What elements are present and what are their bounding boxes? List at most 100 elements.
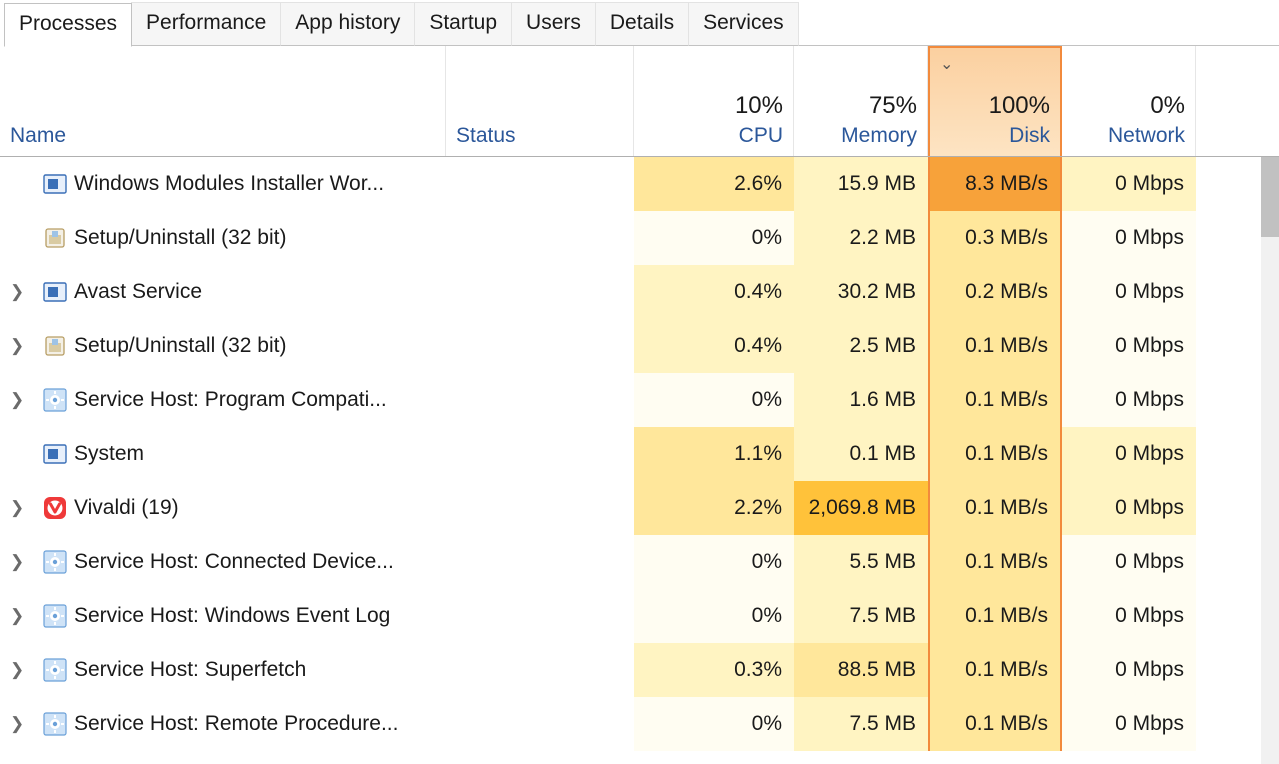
- process-disk: 0.1 MB/s: [928, 427, 1062, 481]
- tab-services[interactable]: Services: [688, 2, 799, 46]
- process-row[interactable]: ❯Avast Service0.4%30.2 MB0.2 MB/s0 Mbps: [0, 265, 1279, 319]
- gear-icon: [42, 387, 68, 413]
- process-row[interactable]: ❯Service Host: Remote Procedure...0%7.5 …: [0, 697, 1279, 751]
- process-row[interactable]: ❯Service Host: Connected Device...0%5.5 …: [0, 535, 1279, 589]
- process-memory: 2.5 MB: [794, 319, 928, 373]
- scrollbar-thumb[interactable]: [1261, 157, 1279, 237]
- process-memory: 30.2 MB: [794, 265, 928, 319]
- process-memory: 5.5 MB: [794, 535, 928, 589]
- tabs-underline: [799, 0, 1279, 46]
- installer-icon: [42, 225, 68, 251]
- gear-icon: [42, 549, 68, 575]
- process-status: [446, 157, 634, 211]
- process-network: 0 Mbps: [1062, 157, 1196, 211]
- process-row[interactable]: ❯Service Host: Superfetch0.3%88.5 MB0.1 …: [0, 643, 1279, 697]
- process-memory: 7.5 MB: [794, 697, 928, 751]
- tab-performance[interactable]: Performance: [131, 2, 281, 46]
- process-row[interactable]: ❯Vivaldi (19)2.2%2,069.8 MB0.1 MB/s0 Mbp…: [0, 481, 1279, 535]
- chevron-right-icon[interactable]: ❯: [10, 606, 36, 626]
- task-manager-window: ProcessesPerformanceApp historyStartupUs…: [0, 0, 1279, 764]
- process-name: Service Host: Program Compati...: [74, 388, 387, 412]
- row-spacer: [1196, 697, 1214, 751]
- process-network: 0 Mbps: [1062, 697, 1196, 751]
- process-status: [446, 643, 634, 697]
- process-row[interactable]: ❯ Service Host: Program Compati... 0%1.6 M…: [0, 373, 1279, 427]
- process-memory: 7.5 MB: [794, 589, 928, 643]
- process-row[interactable]: ❯ Setup/Uninstall (32 bit) 0.4%2.5 MB0.1 M…: [0, 319, 1279, 373]
- row-spacer: [1196, 211, 1214, 265]
- process-row[interactable]: System1.1%0.1 MB0.1 MB/s0 Mbps: [0, 427, 1279, 481]
- chevron-right-icon[interactable]: ❯: [10, 714, 36, 734]
- process-disk: 0.2 MB/s: [928, 265, 1062, 319]
- process-network: 0 Mbps: [1062, 211, 1196, 265]
- sort-indicator-icon: ⌄: [940, 54, 953, 74]
- row-spacer: [1196, 319, 1214, 373]
- process-name: Setup/Uninstall (32 bit): [74, 226, 286, 250]
- row-spacer: [1196, 535, 1214, 589]
- process-memory: 1.6 MB: [794, 373, 928, 427]
- process-cpu: 0%: [634, 211, 794, 265]
- process-disk: 0.3 MB/s: [928, 211, 1062, 265]
- tab-startup[interactable]: Startup: [414, 2, 512, 46]
- process-network: 0 Mbps: [1062, 589, 1196, 643]
- process-name: Service Host: Windows Event Log: [74, 604, 390, 628]
- col-network[interactable]: 0% Network: [1062, 46, 1196, 156]
- process-network: 0 Mbps: [1062, 427, 1196, 481]
- gear-icon: [42, 657, 68, 683]
- tab-processes[interactable]: Processes: [4, 3, 132, 47]
- chevron-right-icon[interactable]: ❯: [10, 336, 36, 356]
- chevron-right-icon[interactable]: ❯: [10, 498, 36, 518]
- process-status: [446, 697, 634, 751]
- chevron-right-icon[interactable]: ❯: [10, 660, 36, 680]
- vivaldi-icon: [42, 495, 68, 521]
- process-disk: 8.3 MB/s: [928, 157, 1062, 211]
- process-name: Avast Service: [74, 280, 202, 304]
- process-disk: 0.1 MB/s: [928, 319, 1062, 373]
- process-memory: 88.5 MB: [794, 643, 928, 697]
- process-name: Windows Modules Installer Wor...: [74, 172, 384, 196]
- process-network: 0 Mbps: [1062, 373, 1196, 427]
- tab-users[interactable]: Users: [511, 2, 596, 46]
- chevron-right-icon[interactable]: ❯: [10, 390, 36, 410]
- processes-panel: Name Status 10% CPU 75% Memory ⌄ 100% Di…: [0, 46, 1279, 764]
- process-cpu: 0%: [634, 373, 794, 427]
- process-cpu: 0%: [634, 535, 794, 589]
- process-name: System: [74, 442, 144, 466]
- process-disk: 0.1 MB/s: [928, 373, 1062, 427]
- process-row[interactable]: ❯Service Host: Windows Event Log0%7.5 MB…: [0, 589, 1279, 643]
- col-status[interactable]: Status: [446, 46, 634, 156]
- process-status: [446, 373, 634, 427]
- tab-app-history[interactable]: App history: [280, 2, 415, 46]
- col-disk[interactable]: ⌄ 100% Disk: [928, 46, 1062, 156]
- col-cpu[interactable]: 10% CPU: [634, 46, 794, 156]
- process-status: [446, 265, 634, 319]
- process-cpu: 0.4%: [634, 265, 794, 319]
- chevron-right-icon[interactable]: ❯: [10, 282, 36, 302]
- process-disk: 0.1 MB/s: [928, 535, 1062, 589]
- process-memory: 15.9 MB: [794, 157, 928, 211]
- process-disk: 0.1 MB/s: [928, 643, 1062, 697]
- process-network: 0 Mbps: [1062, 481, 1196, 535]
- tab-details[interactable]: Details: [595, 2, 689, 46]
- header-spacer: [1196, 46, 1216, 156]
- process-disk: 0.1 MB/s: [928, 589, 1062, 643]
- chevron-right-icon[interactable]: ❯: [10, 552, 36, 572]
- row-spacer: [1196, 265, 1214, 319]
- process-list: Windows Modules Installer Wor...2.6%15.9…: [0, 157, 1279, 764]
- process-status: [446, 535, 634, 589]
- process-network: 0 Mbps: [1062, 319, 1196, 373]
- process-name: Vivaldi (19): [74, 496, 179, 520]
- process-status: [446, 589, 634, 643]
- process-network: 0 Mbps: [1062, 643, 1196, 697]
- process-name: Setup/Uninstall (32 bit): [74, 334, 286, 358]
- process-status: [446, 211, 634, 265]
- scrollbar-track[interactable]: [1261, 157, 1279, 764]
- col-name[interactable]: Name: [0, 46, 446, 156]
- process-row[interactable]: Setup/Uninstall (32 bit)0%2.2 MB0.3 MB/s…: [0, 211, 1279, 265]
- process-disk: 0.1 MB/s: [928, 697, 1062, 751]
- col-memory[interactable]: 75% Memory: [794, 46, 928, 156]
- app-blue-icon: [42, 171, 68, 197]
- process-cpu: 0.4%: [634, 319, 794, 373]
- process-row[interactable]: Windows Modules Installer Wor...2.6%15.9…: [0, 157, 1279, 211]
- gear-icon: [42, 603, 68, 629]
